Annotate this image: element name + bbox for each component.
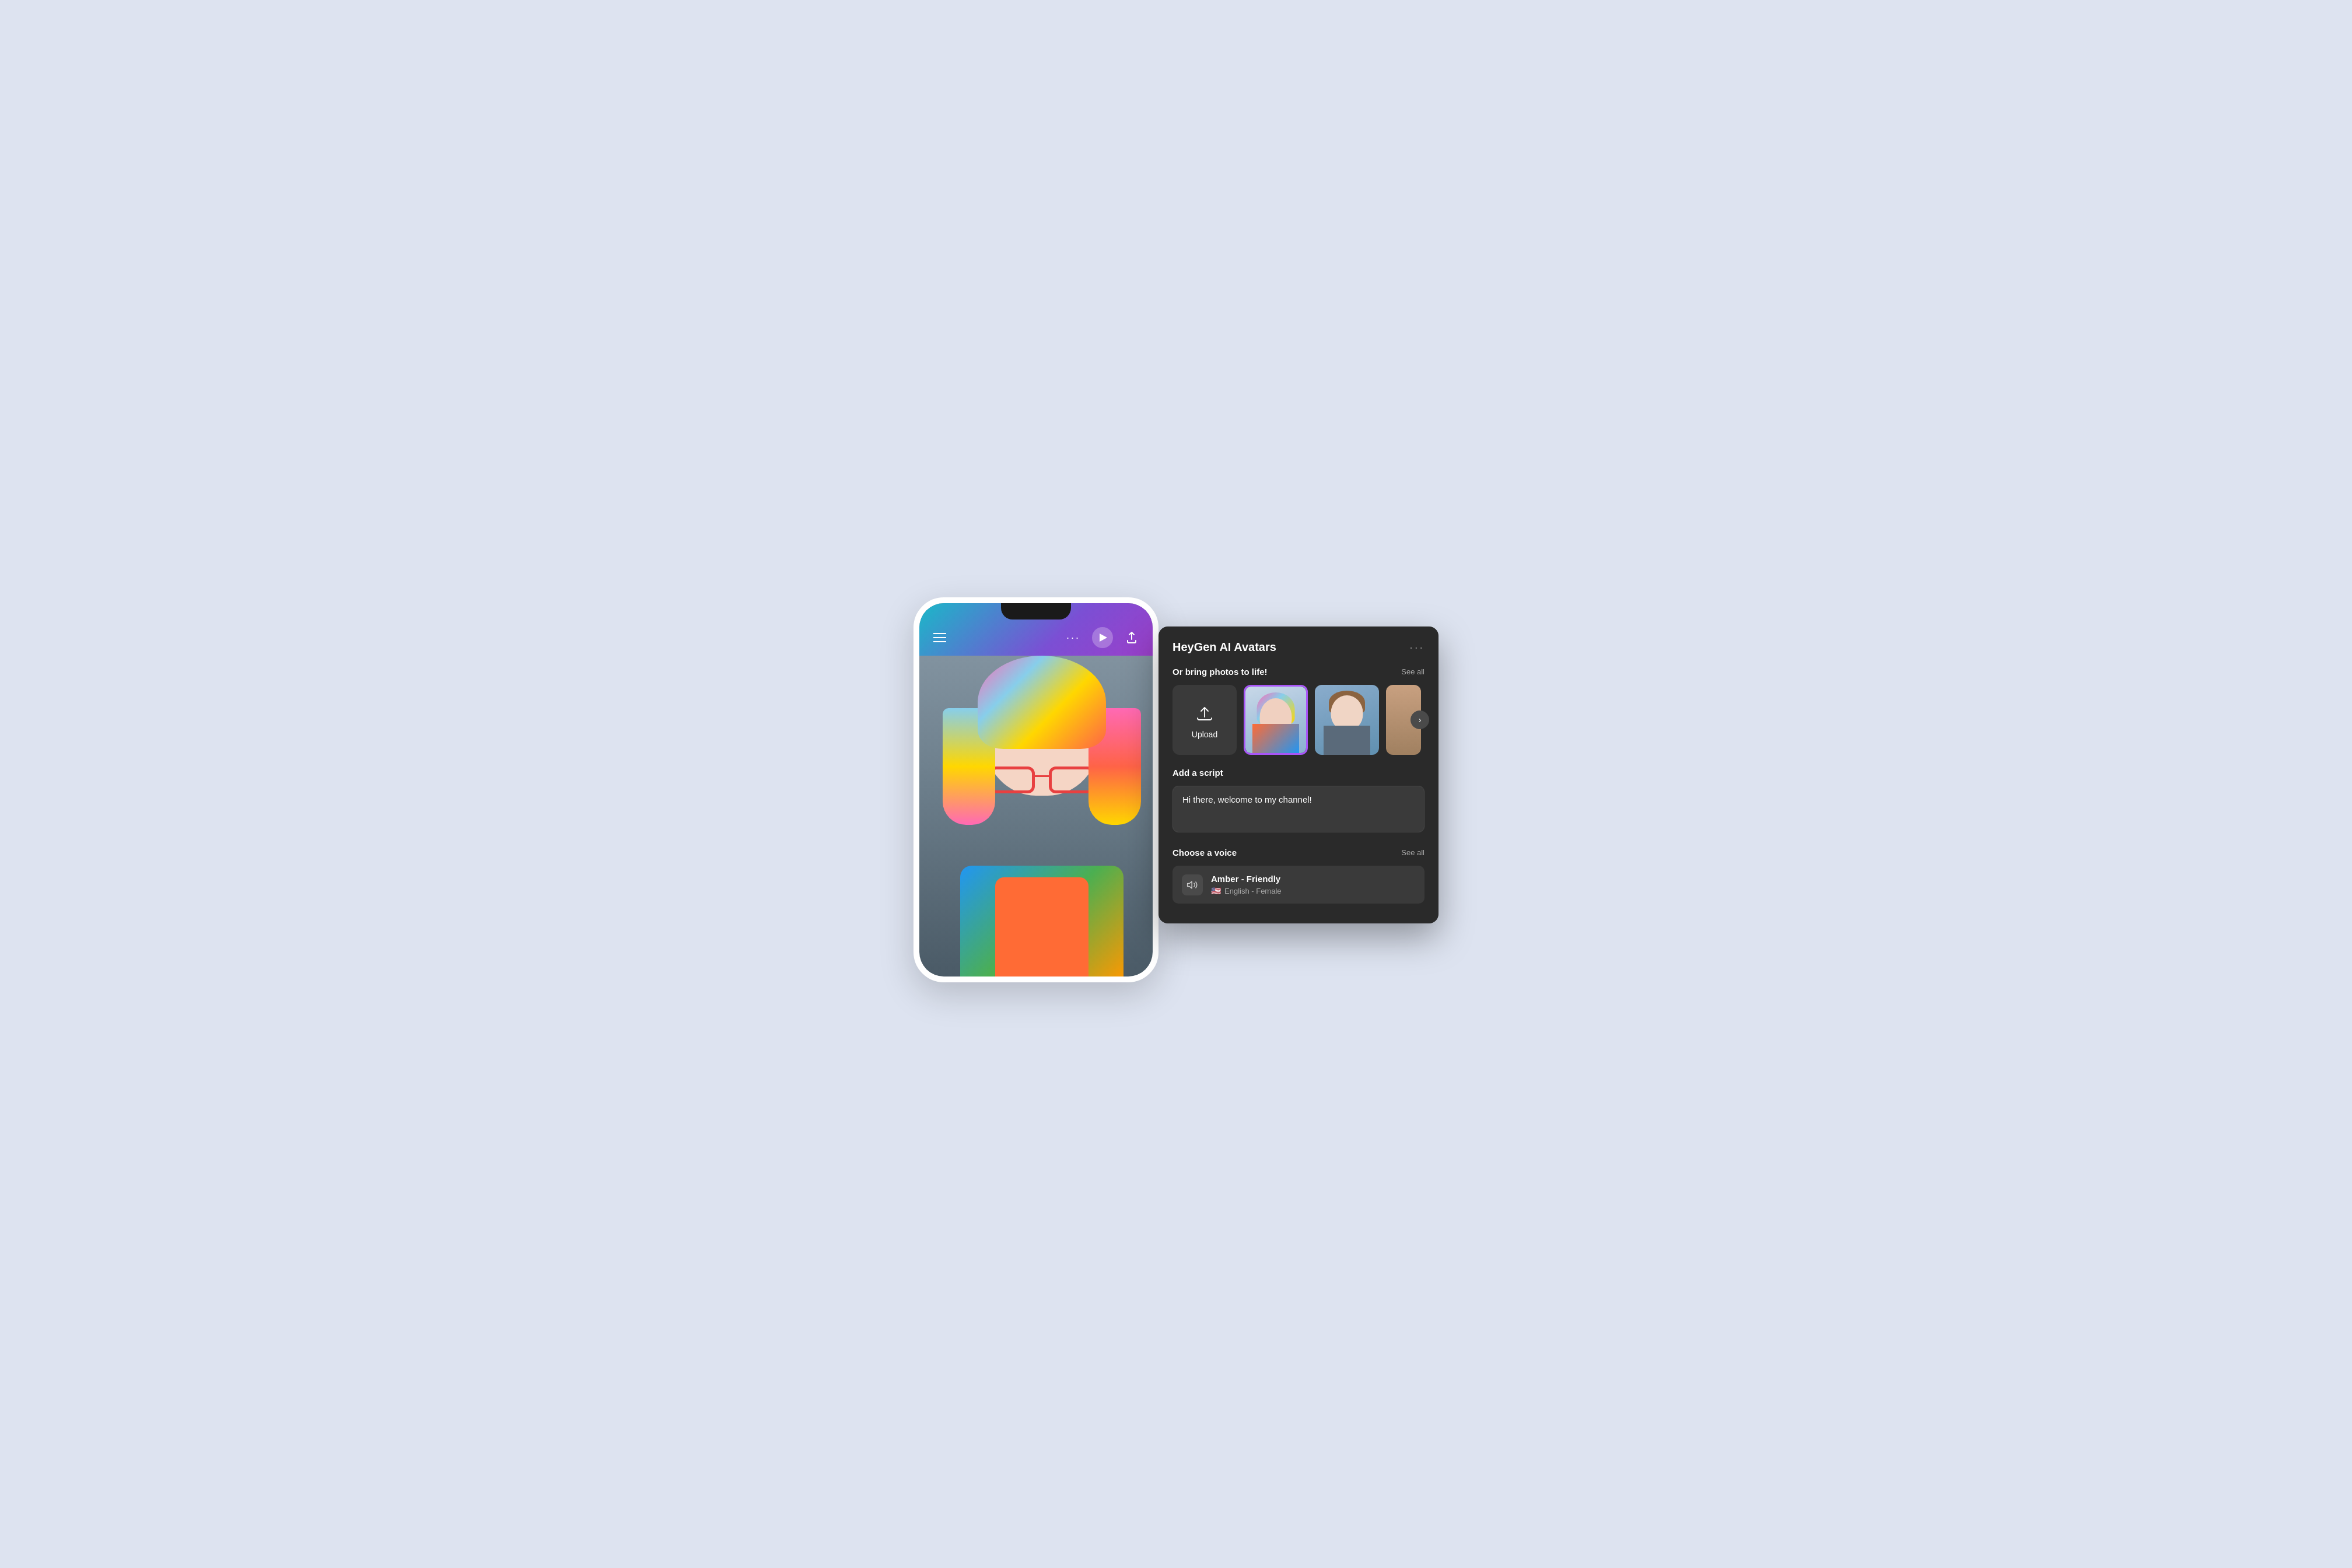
next-avatars-button[interactable]: › (1410, 710, 1429, 729)
avatar-thumb-2-art (1315, 685, 1379, 755)
voice-section-header: Choose a voice See all (1172, 848, 1424, 858)
heygen-panel: HeyGen AI Avatars ··· Or bring photos to… (1158, 626, 1438, 923)
avatar-background (919, 603, 1153, 977)
panel-more-icon[interactable]: ··· (1409, 640, 1424, 654)
thumb-body-2 (1324, 726, 1370, 755)
avatar-glasses (989, 766, 1094, 796)
avatar-thumb-1[interactable] (1244, 685, 1308, 755)
photos-section-title: Or bring photos to life! (1172, 667, 1267, 677)
play-button[interactable] (1092, 627, 1113, 648)
panel-header: HeyGen AI Avatars ··· (1172, 640, 1424, 654)
thumb-head-2 (1331, 695, 1363, 730)
photos-see-all[interactable]: See all (1401, 667, 1424, 676)
avatar-shirt (995, 877, 1088, 977)
avatar-thumb-1-art (1245, 687, 1306, 753)
voice-item[interactable]: Amber - Friendly 🇺🇸 English - Female (1172, 866, 1424, 904)
more-options-icon[interactable]: ··· (1066, 632, 1080, 644)
phone-mockup: ··· (914, 597, 1158, 982)
panel-title: HeyGen AI Avatars (1172, 640, 1276, 654)
photos-section-header: Or bring photos to life! See all (1172, 667, 1424, 677)
glasses-frame-left (989, 766, 1035, 793)
glasses-bridge (1035, 775, 1049, 777)
voice-section-title: Choose a voice (1172, 848, 1237, 858)
glasses-frame-right (1049, 766, 1094, 793)
voice-flag: 🇺🇸 (1211, 886, 1221, 895)
voice-name: Amber - Friendly (1211, 874, 1282, 884)
avatar-body (960, 866, 1124, 977)
upload-icon (1193, 701, 1216, 724)
voice-language: English - Female (1224, 887, 1282, 895)
voice-see-all[interactable]: See all (1401, 848, 1424, 857)
thumb-body-1 (1252, 724, 1299, 753)
avatar-thumb-2[interactable] (1315, 685, 1379, 755)
script-input[interactable] (1172, 786, 1424, 832)
voice-info: Amber - Friendly 🇺🇸 English - Female (1211, 874, 1282, 895)
phone-header-right: ··· (1066, 627, 1139, 648)
share-icon[interactable] (1125, 631, 1139, 645)
script-section: Add a script (1172, 768, 1424, 835)
upload-button[interactable]: Upload (1172, 685, 1237, 755)
voice-meta: 🇺🇸 English - Female (1211, 886, 1282, 895)
voice-section: Choose a voice See all Amber - Friendly … (1172, 848, 1424, 904)
avatar-hair-top (978, 656, 1106, 749)
voice-speaker-icon (1182, 874, 1203, 895)
hamburger-icon[interactable] (933, 633, 946, 642)
scene: ··· (914, 580, 1438, 988)
script-section-title: Add a script (1172, 768, 1223, 778)
avatars-row: Upload (1172, 685, 1424, 755)
phone-notch (1001, 603, 1071, 620)
script-section-header: Add a script (1172, 768, 1424, 778)
upload-label: Upload (1192, 730, 1217, 739)
avatar-figure (925, 650, 1153, 977)
